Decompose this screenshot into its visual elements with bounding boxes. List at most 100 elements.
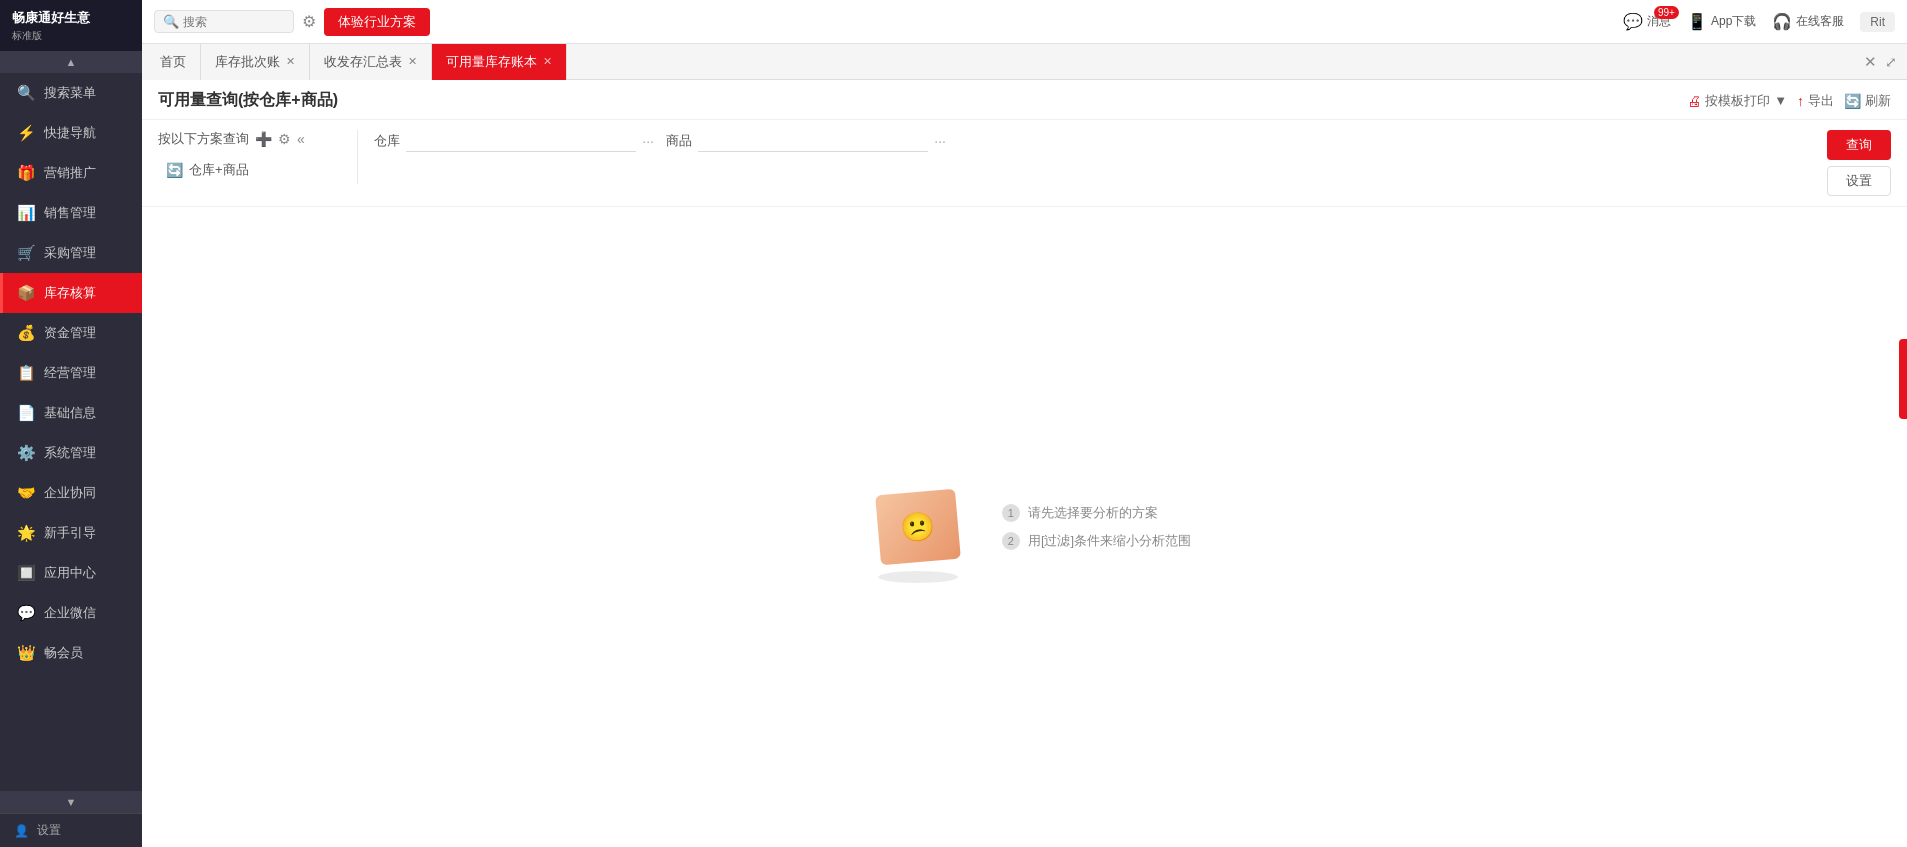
expand-tab-btn[interactable]: ⤢ <box>1885 54 1897 70</box>
empty-state: 1 请先选择要分析的方案 2 用[过滤]条件来缩小分析范围 <box>142 207 1907 847</box>
sidebar-item-wechat[interactable]: 💬企业微信 <box>0 593 142 633</box>
sidebar: 畅康通好生意 标准版 ▲ 🔍搜索菜单⚡快捷导航🎁营销推广📊销售管理 🛒 采购管理 📦库… <box>0 0 142 847</box>
tab-batch-ledger-close[interactable]: ✕ <box>286 55 295 68</box>
tab-batch-ledger[interactable]: 库存批次账 ✕ <box>201 44 310 80</box>
search-input[interactable] <box>183 15 283 29</box>
search-icon: 🔍 <box>163 14 179 29</box>
tab-available-ledger[interactable]: 可用量库存账本 ✕ <box>432 44 567 80</box>
footer-icon: 👤 <box>14 824 29 838</box>
sidebar-item-system[interactable]: ⚙️ 系统管理 <box>0 433 142 473</box>
user-menu[interactable]: Rit <box>1860 12 1895 32</box>
warehouse-input[interactable] <box>406 130 636 152</box>
sidebar-footer[interactable]: 👤 设置 <box>0 813 142 847</box>
export-icon: ↑ <box>1797 93 1804 109</box>
query-button[interactable]: 查询 <box>1827 130 1891 160</box>
hint-num-1: 1 <box>1002 504 1020 522</box>
main-area: 🔍 ⚙ 体验行业方案 💬 消息 99+ 📱 App下载 🎧 在线客服 Rit <box>142 0 1907 847</box>
message-badge: 99+ <box>1654 6 1679 19</box>
page-title: 可用量查询(按仓库+商品) <box>158 90 338 111</box>
sidebar-icon-purchase: 🛒 <box>17 244 36 262</box>
trial-button[interactable]: 体验行业方案 <box>324 8 430 36</box>
sidebar-item-sales[interactable]: 📊销售管理 <box>0 193 142 233</box>
empty-shadow <box>878 571 958 583</box>
app-download-label: App下载 <box>1711 13 1756 30</box>
sidebar-item-inventory[interactable]: 📦库存核算 <box>0 273 142 313</box>
sidebar-item-marketing[interactable]: 🎁营销推广 <box>0 153 142 193</box>
page-header-actions: 🖨 按模板打印 ▼ ↑ 导出 🔄 刷新 <box>1687 92 1891 110</box>
refresh-icon: 🔄 <box>1844 93 1861 109</box>
brand-name: 畅康通好生意 <box>12 10 130 27</box>
sidebar-icon-newbie: 🌟 <box>17 524 36 542</box>
tab-available-ledger-label: 可用量库存账本 <box>446 53 537 71</box>
scroll-down-btn[interactable]: ▼ <box>0 791 142 813</box>
sidebar-label-operation: 经营管理 <box>44 364 96 382</box>
filter-field-goods: 商品 ··· <box>666 130 946 152</box>
sidebar-icon-search: 🔍 <box>17 84 36 102</box>
filter-actions: 查询 设置 <box>1827 130 1891 196</box>
footer-label: 设置 <box>37 822 61 839</box>
sidebar-item-basic[interactable]: 📄 基础信息 <box>0 393 142 433</box>
sidebar-label-shortcuts: 快捷导航 <box>44 124 96 142</box>
sidebar-icon-basic: 📄 <box>17 404 36 422</box>
hint-num-2: 2 <box>1002 532 1020 550</box>
sidebar-item-appstore[interactable]: 🔲 应用中心 <box>0 553 142 593</box>
app-download-btn[interactable]: 📱 App下载 <box>1687 12 1756 31</box>
headset-icon: 🎧 <box>1772 12 1792 31</box>
goods-input[interactable] <box>698 130 928 152</box>
search-box[interactable]: 🔍 <box>154 10 294 33</box>
print-dropdown-icon[interactable]: ▼ <box>1774 93 1787 108</box>
topbar: 🔍 ⚙ 体验行业方案 💬 消息 99+ 📱 App下载 🎧 在线客服 Rit <box>142 0 1907 44</box>
tab-receive-summary[interactable]: 收发存汇总表 ✕ <box>310 44 432 80</box>
sidebar-item-search[interactable]: 🔍搜索菜单 <box>0 73 142 113</box>
warehouse-more-btn[interactable]: ··· <box>642 133 654 149</box>
tab-batch-ledger-label: 库存批次账 <box>215 53 280 71</box>
filter-scheme: 按以下方案查询 ➕ ⚙ « 🔄 仓库+商品 <box>158 130 358 184</box>
refresh-action[interactable]: 🔄 刷新 <box>1844 92 1891 110</box>
collapse-scheme-btn[interactable]: « <box>297 131 305 147</box>
sidebar-header: 畅康通好生意 标准版 <box>0 0 142 51</box>
close-tab-btn[interactable]: ✕ <box>1864 53 1877 71</box>
sidebar-item-shortcuts[interactable]: ⚡快捷导航 <box>0 113 142 153</box>
empty-hint-1: 1 请先选择要分析的方案 <box>1002 504 1191 522</box>
tabs-bar: 首页 库存批次账 ✕ 收发存汇总表 ✕ 可用量库存账本 ✕ ✕ ⤢ <box>142 44 1907 80</box>
sidebar-label-finance: 资金管理 <box>44 324 96 342</box>
sidebar-item-enterprise[interactable]: 🤝企业协同 <box>0 473 142 513</box>
sidebar-item-finance[interactable]: 💰 资金管理 <box>0 313 142 353</box>
online-service-btn[interactable]: 🎧 在线客服 <box>1772 12 1844 31</box>
print-icon: 🖨 <box>1687 93 1701 109</box>
sidebar-icon-appstore: 🔲 <box>17 564 36 582</box>
tab-receive-summary-close[interactable]: ✕ <box>408 55 417 68</box>
sidebar-label-sales: 销售管理 <box>44 204 96 222</box>
sidebar-icon-system: ⚙️ <box>17 444 36 462</box>
sidebar-label-system: 系统管理 <box>44 444 96 462</box>
tab-home[interactable]: 首页 <box>142 44 201 80</box>
message-btn[interactable]: 💬 消息 99+ <box>1623 12 1671 31</box>
sidebar-label-wechat: 企业微信 <box>44 604 96 622</box>
goods-label: 商品 <box>666 132 692 150</box>
sidebar-label-appstore: 应用中心 <box>44 564 96 582</box>
empty-illustration <box>858 467 978 587</box>
settings-button[interactable]: 设置 <box>1827 166 1891 196</box>
scheme-warehouse-goods[interactable]: 🔄 仓库+商品 <box>158 156 345 184</box>
sidebar-label-basic: 基础信息 <box>44 404 96 422</box>
sidebar-item-purchase[interactable]: 🛒 采购管理 <box>0 233 142 273</box>
hint-text-2: 用[过滤]条件来缩小分析范围 <box>1028 532 1191 550</box>
online-service-label: 在线客服 <box>1796 13 1844 30</box>
sidebar-item-newbie[interactable]: 🌟新手引导 <box>0 513 142 553</box>
goods-more-btn[interactable]: ··· <box>934 133 946 149</box>
sidebar-icon-finance: 💰 <box>17 324 36 342</box>
sidebar-item-member[interactable]: 👑畅会员 <box>0 633 142 673</box>
print-action[interactable]: 🖨 按模板打印 ▼ <box>1687 92 1787 110</box>
sidebar-label-purchase: 采购管理 <box>44 244 96 262</box>
right-scroll-handle[interactable] <box>1899 339 1907 419</box>
edit-scheme-btn[interactable]: ⚙ <box>278 131 291 147</box>
filter-scheme-header: 按以下方案查询 ➕ ⚙ « <box>158 130 345 148</box>
settings-icon[interactable]: ⚙ <box>302 12 316 31</box>
filter-field-warehouse: 仓库 ··· <box>374 130 654 152</box>
sidebar-item-operation[interactable]: 📋经营管理 <box>0 353 142 393</box>
hint-text-1: 请先选择要分析的方案 <box>1028 504 1158 522</box>
scroll-up-btn[interactable]: ▲ <box>0 51 142 73</box>
tab-available-ledger-close[interactable]: ✕ <box>543 55 552 68</box>
add-scheme-btn[interactable]: ➕ <box>255 131 272 147</box>
export-action[interactable]: ↑ 导出 <box>1797 92 1834 110</box>
